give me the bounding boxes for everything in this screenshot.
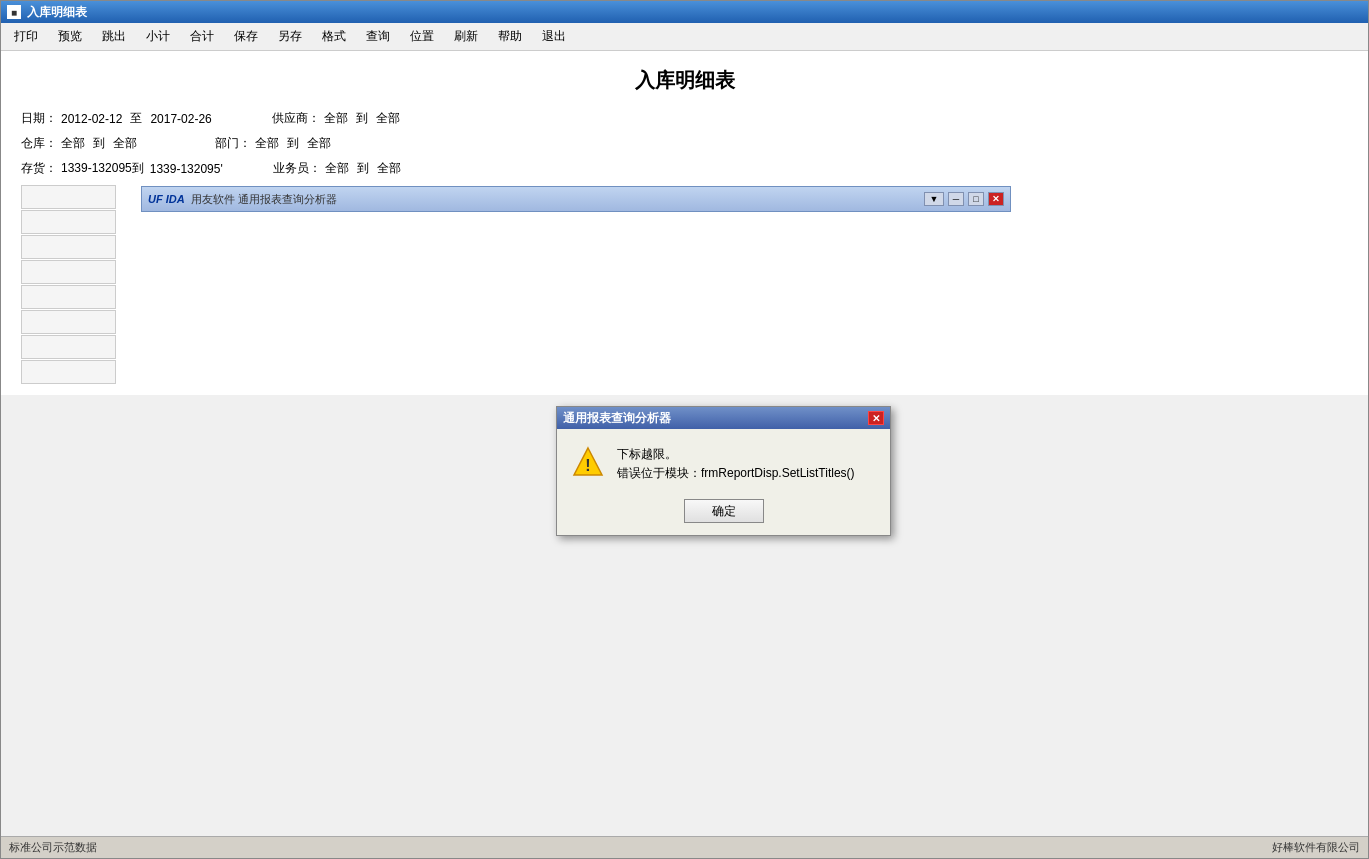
inventory-from: 1339-132095到 (61, 160, 144, 177)
content-area: 入库明细表 日期： 2012-02-12 至 2017-02-26 供应商： 全… (1, 51, 1368, 395)
sidebar-cell-8 (21, 360, 116, 384)
warehouse-from: 全部 (61, 135, 85, 152)
ufida-bar-left: UF IDA 用友软件 通用报表查询分析器 (148, 192, 337, 207)
supplier-to-label: 到 (356, 110, 368, 127)
ufida-restore-button[interactable]: □ (968, 192, 984, 206)
sidebar-cell-1 (21, 185, 116, 209)
staff-from: 全部 (325, 160, 349, 177)
sidebar-cell-2 (21, 210, 116, 234)
dialog-message-line2: 错误位于模块：frmReportDisp.SetListTitles() (617, 464, 855, 483)
date-to-label: 至 (130, 110, 142, 127)
staff-filter: 业务员： 全部 到 全部 (273, 160, 401, 177)
menu-print[interactable]: 打印 (5, 24, 47, 49)
ufida-subtitle: 用友软件 通用报表查询分析器 (191, 192, 337, 207)
date-to: 2017-02-26 (150, 112, 211, 126)
dept-filter: 部门： 全部 到 全部 (215, 135, 331, 152)
warehouse-to: 全部 (113, 135, 137, 152)
dept-to: 全部 (307, 135, 331, 152)
dialog-body: ! 下标越限。 错误位于模块：frmReportDisp.SetListTitl… (557, 429, 890, 535)
menu-exit[interactable]: 退出 (533, 24, 575, 49)
sidebar-cell-7 (21, 335, 116, 359)
ufida-close-button[interactable]: ✕ (988, 192, 1004, 206)
report-title: 入库明细表 (21, 67, 1348, 94)
staff-to-label: 到 (357, 160, 369, 177)
table-area (21, 185, 1348, 385)
sidebar-cell-3 (21, 235, 116, 259)
ufida-bar-controls: ▼ ─ □ ✕ (924, 192, 1004, 206)
dialog-ok-button[interactable]: 确定 (684, 499, 764, 523)
dialog-buttons: 确定 (571, 499, 876, 523)
menu-export[interactable]: 跳出 (93, 24, 135, 49)
warehouse-filter: 仓库： 全部 到 全部 (21, 135, 137, 152)
dept-to-label: 到 (287, 135, 299, 152)
ufida-logo: UF IDA (148, 193, 185, 205)
ufida-dropdown-button[interactable]: ▼ (924, 192, 944, 206)
date-label: 日期： (21, 110, 57, 127)
left-sidebar (21, 185, 116, 385)
main-window: ■ 入库明细表 打印 预览 跳出 小计 合计 保存 另存 格式 查询 位置 刷新… (0, 0, 1369, 859)
window-title: 入库明细表 (27, 4, 87, 21)
dept-from: 全部 (255, 135, 279, 152)
menu-saveas[interactable]: 另存 (269, 24, 311, 49)
warehouse-label: 仓库： (21, 135, 57, 152)
warning-icon: ! (571, 445, 605, 479)
menu-help[interactable]: 帮助 (489, 24, 531, 49)
dialog-message-text: 下标越限。 错误位于模块：frmReportDisp.SetListTitles… (617, 445, 855, 483)
menu-subtotal[interactable]: 小计 (137, 24, 179, 49)
inventory-filter: 存货： 1339-132095到 1339-132095' (21, 160, 223, 177)
inventory-label: 存货： (21, 160, 57, 177)
filter-row-3: 存货： 1339-132095到 1339-132095' 业务员： 全部 到 … (21, 160, 1348, 177)
menu-refresh[interactable]: 刷新 (445, 24, 487, 49)
warehouse-to-label: 到 (93, 135, 105, 152)
inventory-to: 1339-132095' (150, 162, 223, 176)
error-dialog: 通用报表查询分析器 ✕ ! 下标越限。 错误位于模块：frmReportDisp… (556, 406, 891, 536)
menu-position[interactable]: 位置 (401, 24, 443, 49)
date-filter: 日期： 2012-02-12 至 2017-02-26 (21, 110, 212, 127)
title-bar-icon: ■ (7, 5, 21, 19)
menu-query[interactable]: 查询 (357, 24, 399, 49)
dialog-close-button[interactable]: ✕ (868, 411, 884, 425)
menu-save[interactable]: 保存 (225, 24, 267, 49)
filter-row-1: 日期： 2012-02-12 至 2017-02-26 供应商： 全部 到 全部 (21, 110, 1348, 127)
filter-row-2: 仓库： 全部 到 全部 部门： 全部 到 全部 (21, 135, 1348, 152)
title-bar: ■ 入库明细表 (1, 1, 1368, 23)
staff-label: 业务员： (273, 160, 321, 177)
menu-preview[interactable]: 预览 (49, 24, 91, 49)
supplier-label: 供应商： (272, 110, 320, 127)
status-left: 标准公司示范数据 (9, 840, 675, 855)
menu-total[interactable]: 合计 (181, 24, 223, 49)
supplier-filter: 供应商： 全部 到 全部 (272, 110, 400, 127)
status-bar: 标准公司示范数据 好棒软件有限公司 (1, 836, 1368, 858)
ufida-minimize-button[interactable]: ─ (948, 192, 964, 206)
supplier-from: 全部 (324, 110, 348, 127)
sidebar-cell-4 (21, 260, 116, 284)
status-right: 好棒软件有限公司 (695, 840, 1361, 855)
dialog-message-row: ! 下标越限。 错误位于模块：frmReportDisp.SetListTitl… (571, 445, 876, 483)
dept-label: 部门： (215, 135, 251, 152)
supplier-to: 全部 (376, 110, 400, 127)
menu-bar: 打印 预览 跳出 小计 合计 保存 另存 格式 查询 位置 刷新 帮助 退出 (1, 23, 1368, 51)
dialog-message-line1: 下标越限。 (617, 445, 855, 464)
svg-text:!: ! (585, 457, 590, 474)
menu-format[interactable]: 格式 (313, 24, 355, 49)
staff-to: 全部 (377, 160, 401, 177)
dialog-title-bar: 通用报表查询分析器 ✕ (557, 407, 890, 429)
sidebar-cell-6 (21, 310, 116, 334)
ufida-bar: UF IDA 用友软件 通用报表查询分析器 ▼ ─ □ ✕ (141, 186, 1011, 212)
date-from: 2012-02-12 (61, 112, 122, 126)
sidebar-cell-5 (21, 285, 116, 309)
dialog-title: 通用报表查询分析器 (563, 410, 671, 427)
